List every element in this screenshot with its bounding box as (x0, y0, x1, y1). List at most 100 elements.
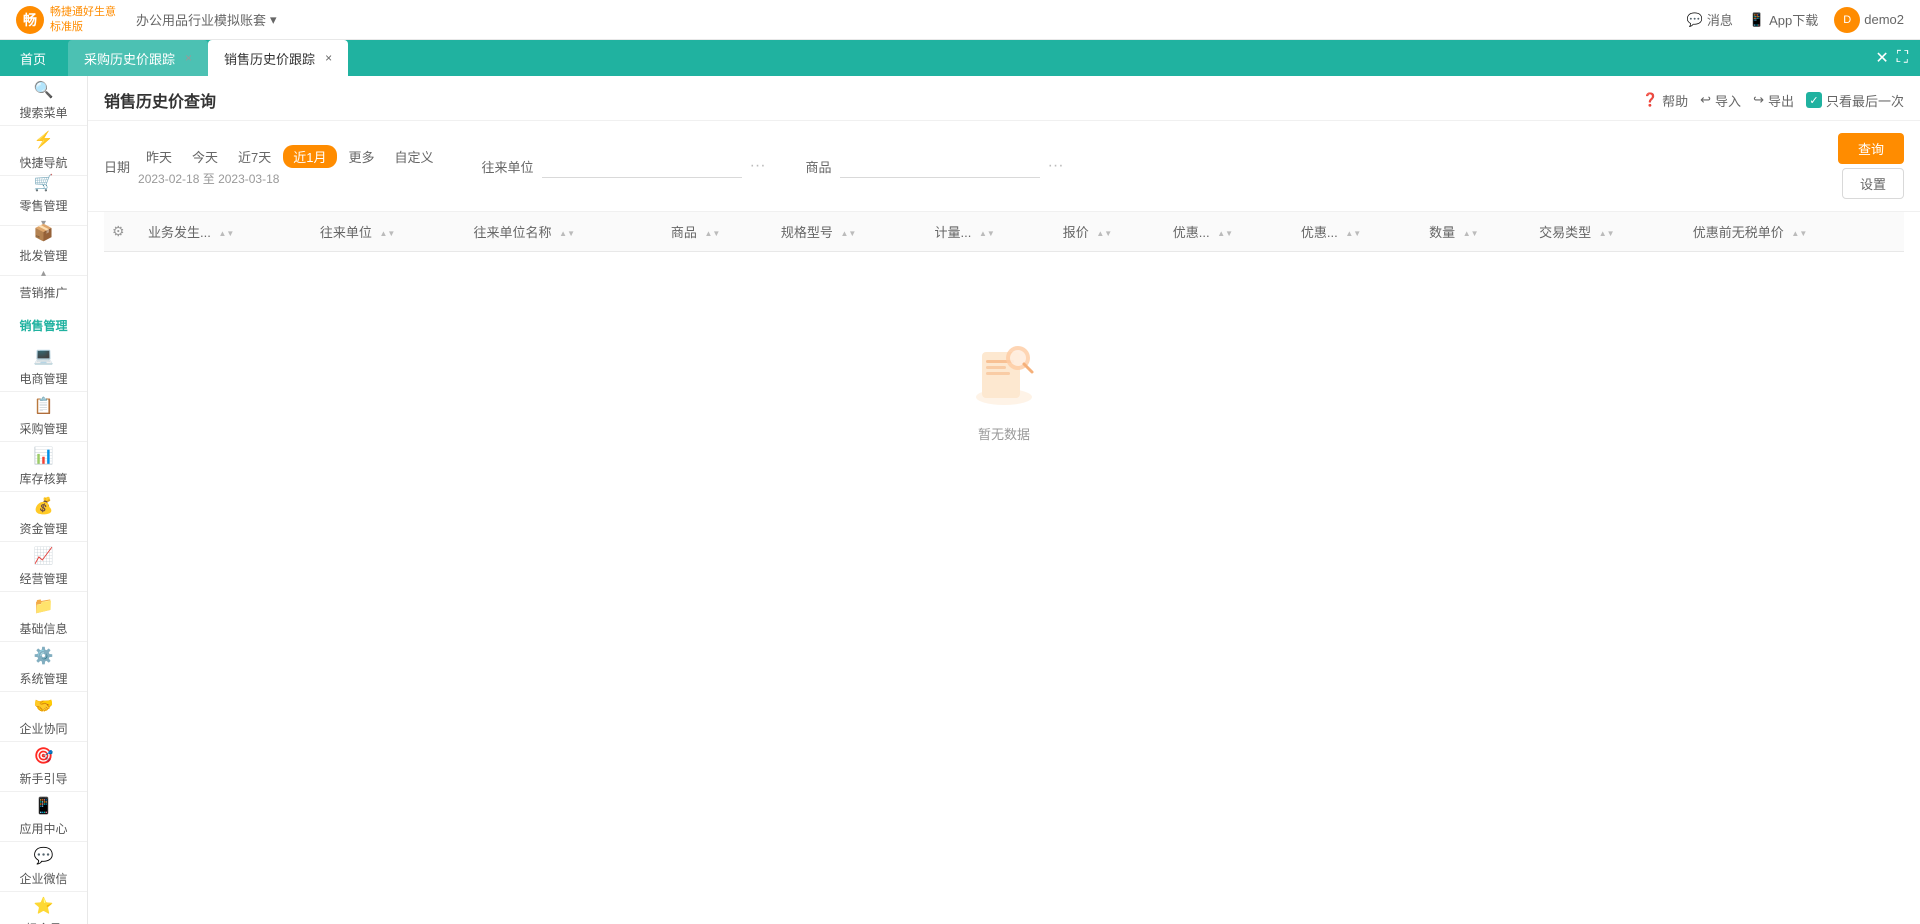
sidebar-item-inventory[interactable]: 📊 库存核算 (0, 442, 87, 492)
sidebar-item-sales-mgmt[interactable]: 销售管理 (0, 309, 87, 342)
query-button[interactable]: 查询 (1838, 133, 1904, 164)
source-input[interactable] (542, 154, 742, 178)
date-btn-custom[interactable]: 自定义 (387, 145, 442, 168)
sidebar-app-center-label: 应用中心 (19, 820, 67, 837)
sidebar-item-wholesale-mgmt[interactable]: 📦 批发管理 ▴ (0, 226, 87, 276)
company-selector[interactable]: 办公用品行业模拟账套 ▾ (136, 10, 277, 29)
sidebar-marketing-label: 营销推广 (19, 284, 67, 301)
sidebar-item-basic-info[interactable]: 📁 基础信息 (0, 592, 87, 642)
filter-area: 日期 昨天 今天 近7天 近1月 更多 自定义 2023-02-18 至 202… (88, 121, 1920, 212)
sidebar-item-operations[interactable]: 📈 经营管理 (0, 542, 87, 592)
sidebar-item-new-guide[interactable]: 🎯 新手引导 (0, 742, 87, 792)
sidebar-sales-mgmt-label: 销售管理 (19, 317, 67, 334)
th-unit[interactable]: 计量... ▲▼ (927, 212, 1055, 252)
th-biz-date[interactable]: 业务发生... ▲▼ (140, 212, 312, 252)
ecommerce-icon: 💻 (34, 346, 54, 366)
th-product[interactable]: 商品 ▲▼ (663, 212, 773, 252)
sidebar-inventory-label: 库存核算 (19, 470, 67, 487)
tab-expand-button[interactable]: ⛶ (1897, 49, 1908, 67)
settings-button[interactable]: 设置 (1842, 168, 1904, 199)
sidebar-item-system[interactable]: ⚙️ 系统管理 (0, 642, 87, 692)
sidebar-item-purchase-mgmt[interactable]: 📋 采购管理 (0, 392, 87, 442)
th-qty[interactable]: 数量 ▲▼ (1421, 212, 1531, 252)
logo-area: 畅 畅捷通好生意 标准版 (16, 5, 116, 34)
date-btn-more[interactable]: 更多 (341, 145, 383, 168)
message-button[interactable]: 💬 消息 (1687, 10, 1733, 29)
product-label: 商品 (806, 157, 832, 176)
basic-info-icon: 📁 (34, 596, 54, 616)
th-quote[interactable]: 报价 ▲▼ (1055, 212, 1165, 252)
sidebar-item-retail-mgmt[interactable]: 🛒 零售管理 ▾ (0, 176, 87, 226)
sidebar-system-label: 系统管理 (19, 670, 67, 687)
sort-icon: ▲▼ (1345, 229, 1361, 238)
page-container: 销售历史价查询 ❓ 帮助 ↩ 导入 ↪ 导出 ✓ (88, 76, 1920, 924)
sort-icon: ▲▼ (380, 229, 396, 238)
product-input[interactable] (840, 154, 1040, 178)
import-button[interactable]: ↩ 导入 (1700, 91, 1741, 110)
tab-home[interactable]: 首页 (0, 40, 66, 76)
sidebar-purchase-mgmt-label: 采购管理 (19, 420, 67, 437)
th-pre-tax[interactable]: 优惠前无税单价 ▲▼ (1685, 212, 1904, 252)
data-table: ⚙ 业务发生... ▲▼ 往来单位 ▲▼ 往来单位名称 (104, 212, 1904, 252)
avatar: D (1834, 7, 1860, 33)
sidebar-item-search-menu[interactable]: 🔍 搜索菜单 (0, 76, 87, 126)
sidebar-item-finance[interactable]: 💰 资金管理 (0, 492, 87, 542)
th-partner-code[interactable]: 往来单位 ▲▼ (312, 212, 466, 252)
sidebar: 🔍 搜索菜单 ⚡ 快捷导航 🛒 零售管理 ▾ 📦 批发管理 ▴ 营销推广 销售管… (0, 76, 88, 924)
vip-member-icon: ⭐ (34, 896, 54, 916)
sidebar-item-enterprise-collab[interactable]: 🤝 企业协同 (0, 692, 87, 742)
help-button[interactable]: ❓ 帮助 (1642, 91, 1688, 110)
th-spec[interactable]: 规格型号 ▲▼ (773, 212, 927, 252)
table-header-row: ⚙ 业务发生... ▲▼ 往来单位 ▲▼ 往来单位名称 (104, 212, 1904, 252)
filter-action-buttons: 查询 设置 (1838, 133, 1904, 199)
sidebar-item-enterprise-wechat[interactable]: 💬 企业微信 (0, 842, 87, 892)
date-range-display: 2023-02-18 至 2023-03-18 (138, 170, 442, 187)
purchase-mgmt-icon: 📋 (34, 396, 54, 416)
empty-icon (964, 332, 1044, 412)
sidebar-operations-label: 经营管理 (19, 570, 67, 587)
sidebar-vip-member-label: 畅会员 (25, 920, 61, 924)
system-icon: ⚙️ (34, 646, 54, 666)
date-btn-7days[interactable]: 近7天 (230, 145, 279, 168)
sort-icon: ▲▼ (218, 229, 234, 238)
sidebar-item-app-center[interactable]: 📱 应用中心 (0, 792, 87, 842)
date-btn-yesterday[interactable]: 昨天 (138, 145, 180, 168)
sidebar-item-marketing[interactable]: 营销推广 (0, 276, 87, 309)
import-icon: ↩ (1700, 92, 1711, 108)
sales-history-tab-close[interactable]: × (325, 51, 332, 65)
tab-bar-actions: ✕ ⛶ (1875, 48, 1920, 68)
message-icon: 💬 (1687, 12, 1703, 28)
sidebar-basic-info-label: 基础信息 (19, 620, 67, 637)
sidebar-item-ecommerce[interactable]: 💻 电商管理 (0, 342, 87, 392)
top-bar-left: 畅 畅捷通好生意 标准版 办公用品行业模拟账套 ▾ (16, 5, 277, 34)
sidebar-search-menu-label: 搜索菜单 (19, 104, 67, 121)
source-dots[interactable]: ··· (750, 157, 766, 175)
tab-purchase-history[interactable]: 采购历史价跟踪 × (68, 40, 208, 76)
product-dots[interactable]: ··· (1048, 157, 1064, 175)
th-trade-type[interactable]: 交易类型 ▲▼ (1531, 212, 1685, 252)
sidebar-item-quick-nav[interactable]: ⚡ 快捷导航 (0, 126, 87, 176)
purchase-history-tab-close[interactable]: × (185, 51, 192, 65)
quick-nav-icon: ⚡ (34, 130, 54, 150)
tab-sales-history[interactable]: 销售历史价跟踪 × (208, 40, 348, 76)
user-avatar-area[interactable]: D demo2 (1834, 7, 1904, 33)
date-btn-today[interactable]: 今天 (184, 145, 226, 168)
top-bar: 畅 畅捷通好生意 标准版 办公用品行业模拟账套 ▾ 💬 消息 📱 App下载 D… (0, 0, 1920, 40)
app-download-button[interactable]: 📱 App下载 (1749, 10, 1818, 29)
only-last-checkbox[interactable]: ✓ 只看最后一次 (1806, 91, 1904, 110)
sort-icon: ▲▼ (1096, 229, 1112, 238)
export-button[interactable]: ↪ 导出 (1753, 91, 1794, 110)
sidebar-quick-nav-label: 快捷导航 (19, 154, 67, 171)
tab-close-all-button[interactable]: ✕ (1875, 48, 1888, 68)
empty-text: 暂无数据 (978, 424, 1030, 443)
finance-icon: 💰 (34, 496, 54, 516)
th-discount1[interactable]: 优惠... ▲▼ (1165, 212, 1293, 252)
source-label: 往来单位 (482, 157, 534, 176)
date-filter: 日期 昨天 今天 近7天 近1月 更多 自定义 2023-02-18 至 202… (104, 145, 442, 187)
table-settings-icon[interactable]: ⚙ (112, 223, 125, 239)
th-partner-name[interactable]: 往来单位名称 ▲▼ (466, 212, 663, 252)
sidebar-new-guide-label: 新手引导 (19, 770, 67, 787)
date-btn-1month[interactable]: 近1月 (283, 145, 336, 168)
th-discount2[interactable]: 优惠... ▲▼ (1293, 212, 1421, 252)
sidebar-item-vip-member[interactable]: ⭐ 畅会员 (0, 892, 87, 924)
